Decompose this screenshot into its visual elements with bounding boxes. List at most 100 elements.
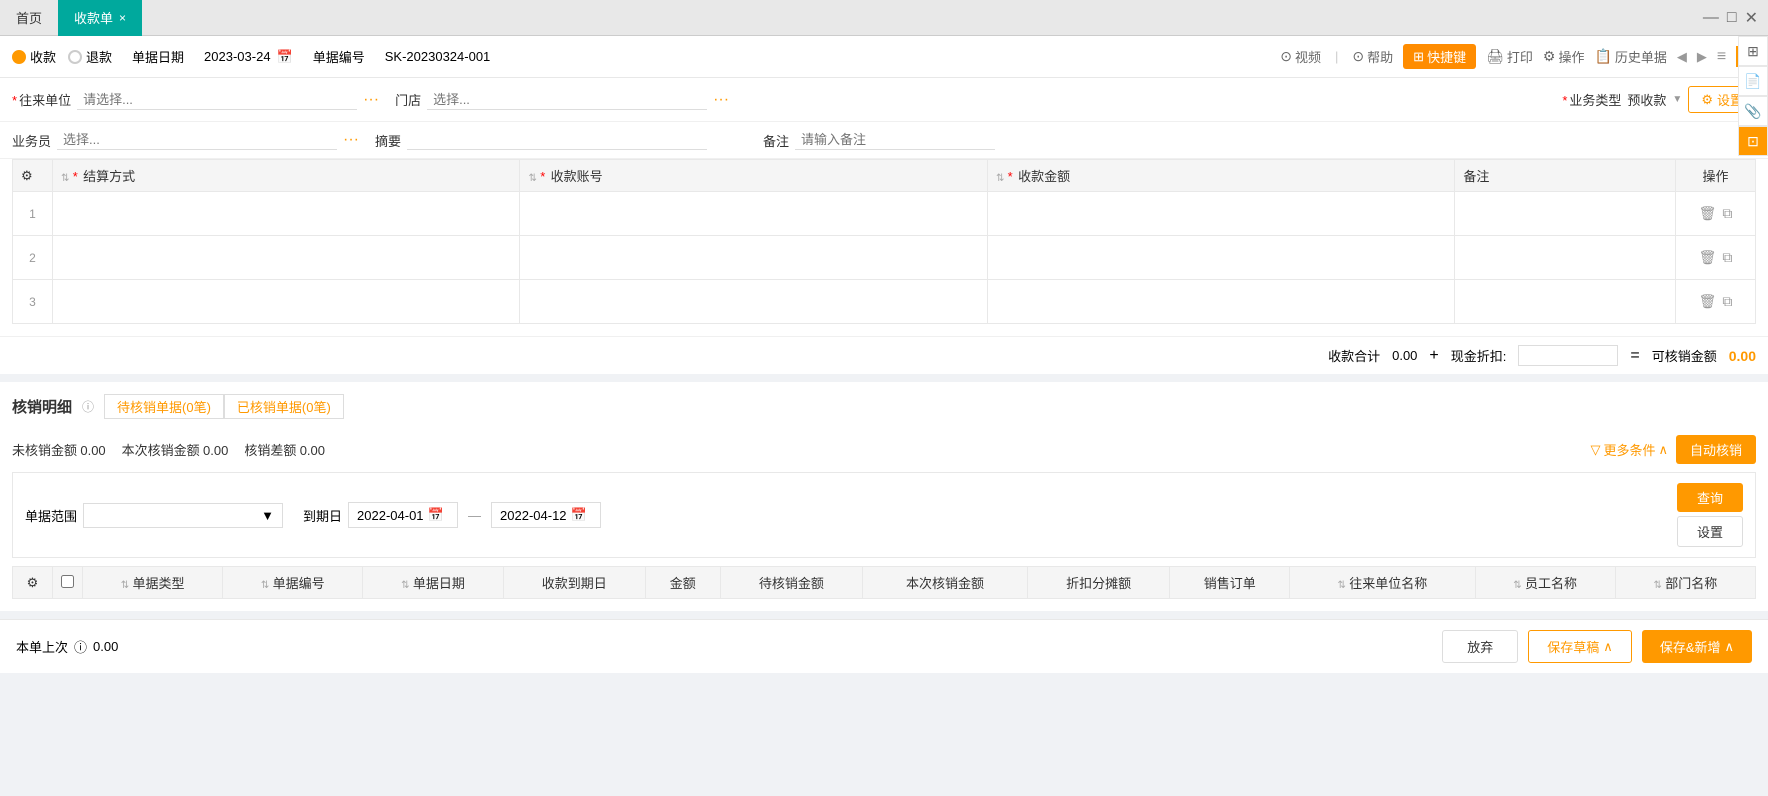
shop-more-icon[interactable]: ··· (713, 91, 729, 109)
video-icon: ⊙ (1280, 48, 1292, 65)
summary-input[interactable] (407, 130, 707, 150)
row-3-amount[interactable] (987, 280, 1454, 324)
verify-info-icon[interactable]: ⓘ (82, 398, 94, 415)
tab-pending[interactable]: 待核销单据(0笔) (104, 394, 224, 419)
toolbar-help[interactable]: ⊙ 帮助 (1352, 47, 1393, 66)
radio-refund[interactable]: 退款 (68, 47, 112, 66)
bt-col-discount-label: 折扣分摊额 (1066, 576, 1131, 591)
counterpart-more-icon[interactable]: ··· (363, 91, 379, 109)
business-type-label: *业务类型 (1562, 90, 1621, 109)
row-2-settlement[interactable] (53, 236, 520, 280)
tab-close-icon[interactable]: × (119, 11, 126, 25)
summary-label: 摘要 (375, 131, 401, 150)
toolbar-operations[interactable]: ⚙ 操作 (1543, 47, 1585, 66)
more-conditions-btn[interactable]: ▽ 更多条件 ∧ (1590, 440, 1668, 459)
business-type-chevron[interactable]: ▼ (1672, 94, 1682, 105)
tab-receipt[interactable]: 收款单 × (58, 0, 142, 36)
save-new-btn[interactable]: 保存&新增 ∧ (1642, 630, 1752, 663)
tab-home[interactable]: 首页 (0, 0, 58, 36)
sidebar-attach-icon[interactable]: 📎 (1738, 96, 1768, 126)
counterpart-input[interactable] (77, 90, 357, 110)
business-type-group: *业务类型 预收款 ▼ ⚙ 设置 (1562, 86, 1756, 113)
sidebar-capture-icon[interactable]: ⊡ (1738, 126, 1768, 156)
bt-col-dept-label: 部门名称 (1665, 576, 1717, 591)
tab-done[interactable]: 已核销单据(0笔) (224, 394, 344, 419)
tab-done-label: 已核销单据(0笔) (237, 400, 331, 415)
row-1-account[interactable] (520, 192, 987, 236)
filter-row: 未核销金额 0.00 本次核销金额 0.00 核销差额 0.00 ▽ 更多条件 … (12, 427, 1756, 472)
row-2-amount[interactable] (987, 236, 1454, 280)
form-row-2: 业务员 ··· 摘要 备注 (0, 122, 1768, 159)
remark-input[interactable] (795, 130, 995, 150)
range-chevron-icon: ▼ (261, 508, 274, 523)
footer-info-icon[interactable]: ⓘ (74, 637, 87, 656)
radio-receipt[interactable]: 收款 (12, 47, 56, 66)
date-field[interactable]: 2023-03-24 📅 (204, 49, 293, 65)
staff-input[interactable] (57, 130, 337, 150)
auto-verify-btn[interactable]: 自动核销 (1676, 435, 1756, 464)
col-settings-th[interactable]: ⚙ (13, 160, 53, 192)
col-remark-th: 备注 (1455, 160, 1676, 192)
date-from-value: 2022-04-01 (357, 508, 424, 523)
toolbar-video[interactable]: ⊙ 视频 (1280, 47, 1321, 66)
range-select[interactable]: ▼ (83, 503, 283, 528)
counterpart-label: *往来单位 (12, 90, 71, 109)
bt-col-pending-th: 待核销金额 (720, 567, 862, 599)
row-3-settlement[interactable] (53, 280, 520, 324)
discount-input[interactable] (1518, 345, 1618, 366)
row-1-settlement[interactable] (53, 192, 520, 236)
sidebar-table-icon[interactable]: ⊞ (1738, 36, 1768, 66)
toolbar-video-label: 视频 (1295, 47, 1321, 66)
toolbar-history[interactable]: 📋 历史单据 (1594, 47, 1666, 66)
toolbar-shortcut-btn[interactable]: ⊞ 快捷键 (1403, 44, 1476, 69)
sidebar-doc-icon[interactable]: 📄 (1738, 66, 1768, 96)
bt-select-all-checkbox[interactable] (61, 575, 74, 588)
draft-chevron-icon: ∧ (1603, 639, 1613, 655)
row-1-delete-icon[interactable]: 🗑 (1699, 205, 1717, 222)
verify-title: 核销明细 (12, 396, 72, 417)
date-to-input[interactable]: 2022-04-12 📅 (491, 502, 601, 528)
list-view-icon[interactable]: ≡ (1717, 48, 1726, 66)
history-icon: 📋 (1594, 48, 1611, 65)
row-3-remark[interactable] (1455, 280, 1676, 324)
draft-btn[interactable]: 保存草稿 ∧ (1528, 630, 1632, 663)
remark-group: 备注 (763, 130, 995, 150)
discard-btn[interactable]: 放弃 (1442, 630, 1518, 663)
bt-col-doc-num-th: ⇅ 单据编号 (223, 567, 363, 599)
toolbar-print[interactable]: 🖨 打印 (1486, 47, 1533, 66)
row-1-amount[interactable] (987, 192, 1454, 236)
row-2-copy-icon[interactable]: ⧉ (1722, 249, 1732, 266)
row-2-account[interactable] (520, 236, 987, 280)
bottom-table: ⚙ ⇅ 单据类型 ⇅ 单据编号 ⇅ 单据日期 收款到期日 (12, 566, 1756, 599)
row-1-copy-icon[interactable]: ⧉ (1722, 205, 1732, 222)
verify-section: 核销明细 ⓘ 待核销单据(0笔) 已核销单据(0笔) 未核销金额 0.00 本次… (0, 382, 1768, 611)
shop-input[interactable] (427, 90, 707, 110)
prev-page-icon[interactable]: ◀ (1677, 49, 1687, 65)
row-1-remark[interactable] (1455, 192, 1676, 236)
query-btn[interactable]: 查询 (1677, 483, 1743, 512)
search-settings-btn[interactable]: 设置 (1677, 516, 1743, 547)
bt-col-settings-th[interactable]: ⚙ (13, 567, 53, 599)
window-close-icon[interactable]: ✕ (1745, 8, 1758, 28)
receipt-table-wrap: ⚙ ⇅ * 结算方式 ⇅ * 收款账号 ⇅ * 收款金额 (0, 159, 1768, 336)
calendar-icon[interactable]: 📅 (277, 49, 293, 65)
row-3-copy-icon[interactable]: ⧉ (1722, 293, 1732, 310)
window-minimize-icon[interactable]: — (1703, 9, 1719, 27)
bt-col-current-th: 本次核销金额 (863, 567, 1028, 599)
window-maximize-icon[interactable]: □ (1727, 9, 1737, 27)
staff-label: 业务员 (12, 131, 51, 150)
row-3-account[interactable] (520, 280, 987, 324)
row-3-delete-icon[interactable]: 🗑 (1699, 293, 1717, 310)
row-3-actions: 🗑 ⧉ (1676, 280, 1756, 324)
staff-more-icon[interactable]: ··· (343, 131, 359, 149)
bt-col-discount-th: 折扣分摊额 (1027, 567, 1169, 599)
row-2-remark[interactable] (1455, 236, 1676, 280)
row-2-delete-icon[interactable]: 🗑 (1699, 249, 1717, 266)
summary-row: 收款合计 0.00 + 现金折扣: = 可核销金额 0.00 (0, 336, 1768, 374)
unchecked-label: 未核销金额 (12, 443, 77, 458)
bt-col-pending-label: 待核销金额 (759, 576, 824, 591)
row-3-num: 3 (13, 280, 53, 324)
col-settings-icon: ⚙ (21, 168, 33, 183)
next-page-icon[interactable]: ▶ (1697, 49, 1707, 65)
date-from-input[interactable]: 2022-04-01 📅 (348, 502, 458, 528)
